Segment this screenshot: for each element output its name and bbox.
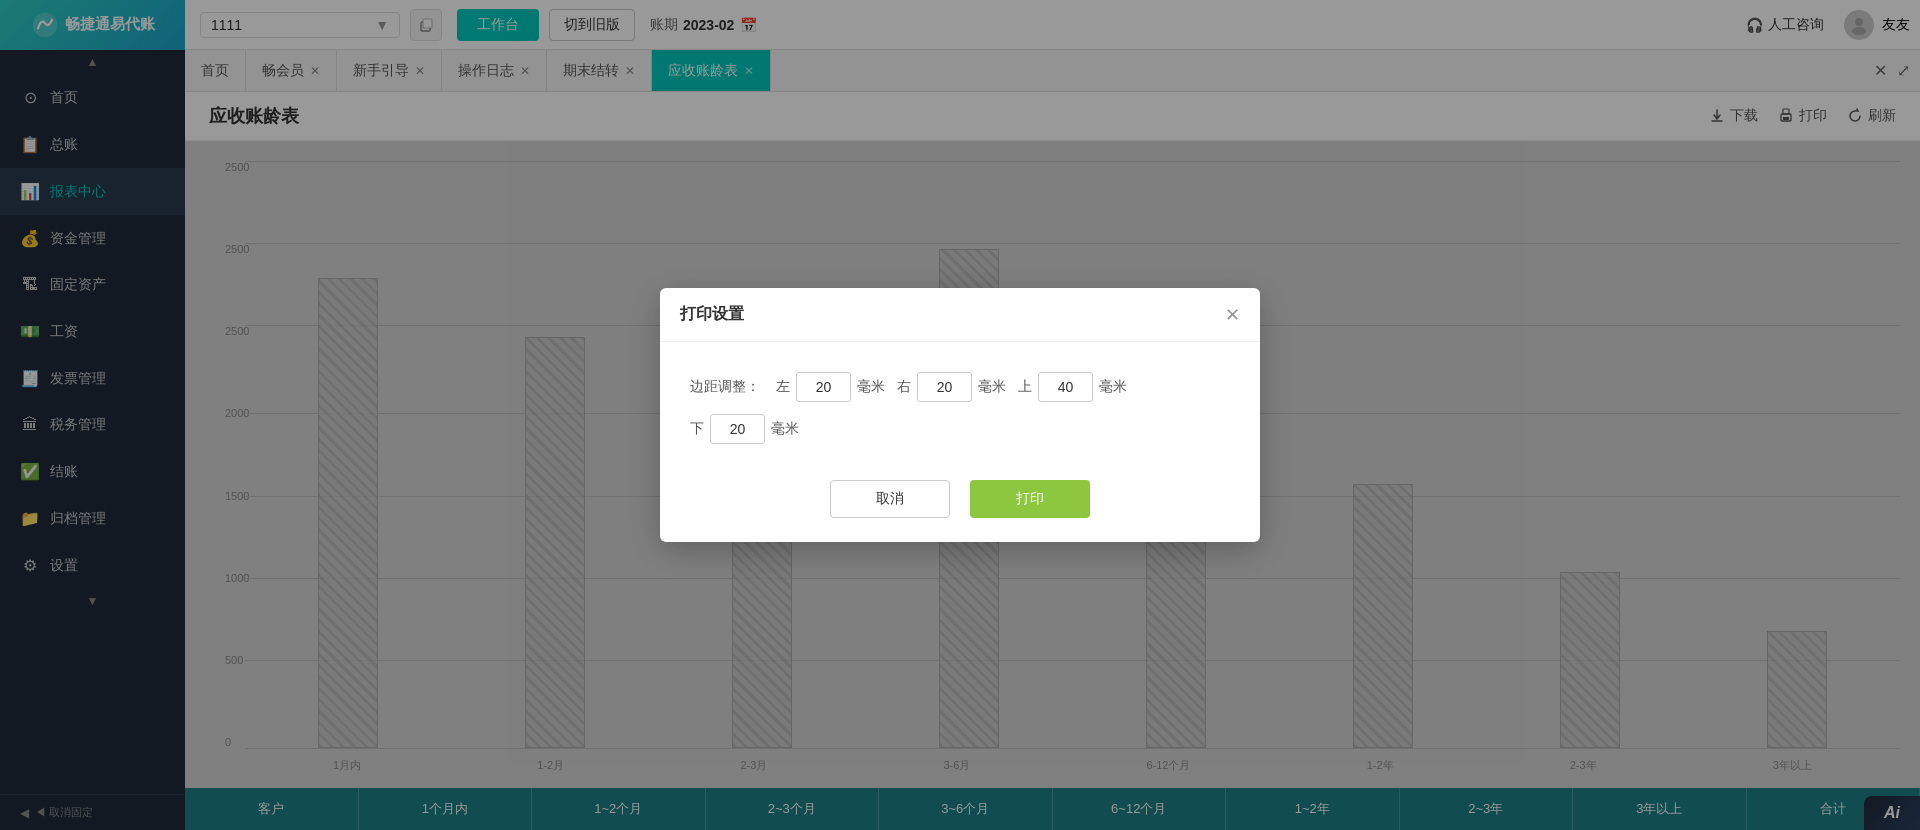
- modal-overlay: 打印设置 ✕ 边距调整： 左 毫米 右 毫米 上 毫米: [0, 0, 1920, 830]
- margin-right-group: 右 毫米: [897, 372, 1006, 402]
- margin-right-unit: 毫米: [978, 378, 1006, 396]
- margin-left-group: 左 毫米: [776, 372, 885, 402]
- cancel-button[interactable]: 取消: [830, 480, 950, 518]
- margin-row: 边距调整： 左 毫米 右 毫米 上 毫米 下: [690, 372, 1230, 444]
- confirm-print-button[interactable]: 打印: [970, 480, 1090, 518]
- margin-left-label: 左: [776, 378, 790, 396]
- margin-bottom-label: 下: [690, 420, 704, 438]
- print-settings-modal: 打印设置 ✕ 边距调整： 左 毫米 右 毫米 上 毫米: [660, 288, 1260, 542]
- margin-top-unit: 毫米: [1099, 378, 1127, 396]
- modal-title: 打印设置: [680, 304, 744, 325]
- modal-body: 边距调整： 左 毫米 右 毫米 上 毫米 下: [660, 342, 1260, 464]
- margin-left-unit: 毫米: [857, 378, 885, 396]
- margin-bottom-input[interactable]: [710, 414, 765, 444]
- margin-left-input[interactable]: [796, 372, 851, 402]
- modal-header: 打印设置 ✕: [660, 288, 1260, 342]
- margin-right-label: 右: [897, 378, 911, 396]
- margin-bottom-group: 下 毫米: [690, 414, 799, 444]
- margin-top-input[interactable]: [1038, 372, 1093, 402]
- margin-bottom-unit: 毫米: [771, 420, 799, 438]
- margin-right-input[interactable]: [917, 372, 972, 402]
- modal-footer: 取消 打印: [660, 464, 1260, 542]
- margin-top-label: 上: [1018, 378, 1032, 396]
- modal-close-button[interactable]: ✕: [1225, 306, 1240, 324]
- margin-label: 边距调整：: [690, 378, 760, 396]
- margin-top-group: 上 毫米: [1018, 372, 1127, 402]
